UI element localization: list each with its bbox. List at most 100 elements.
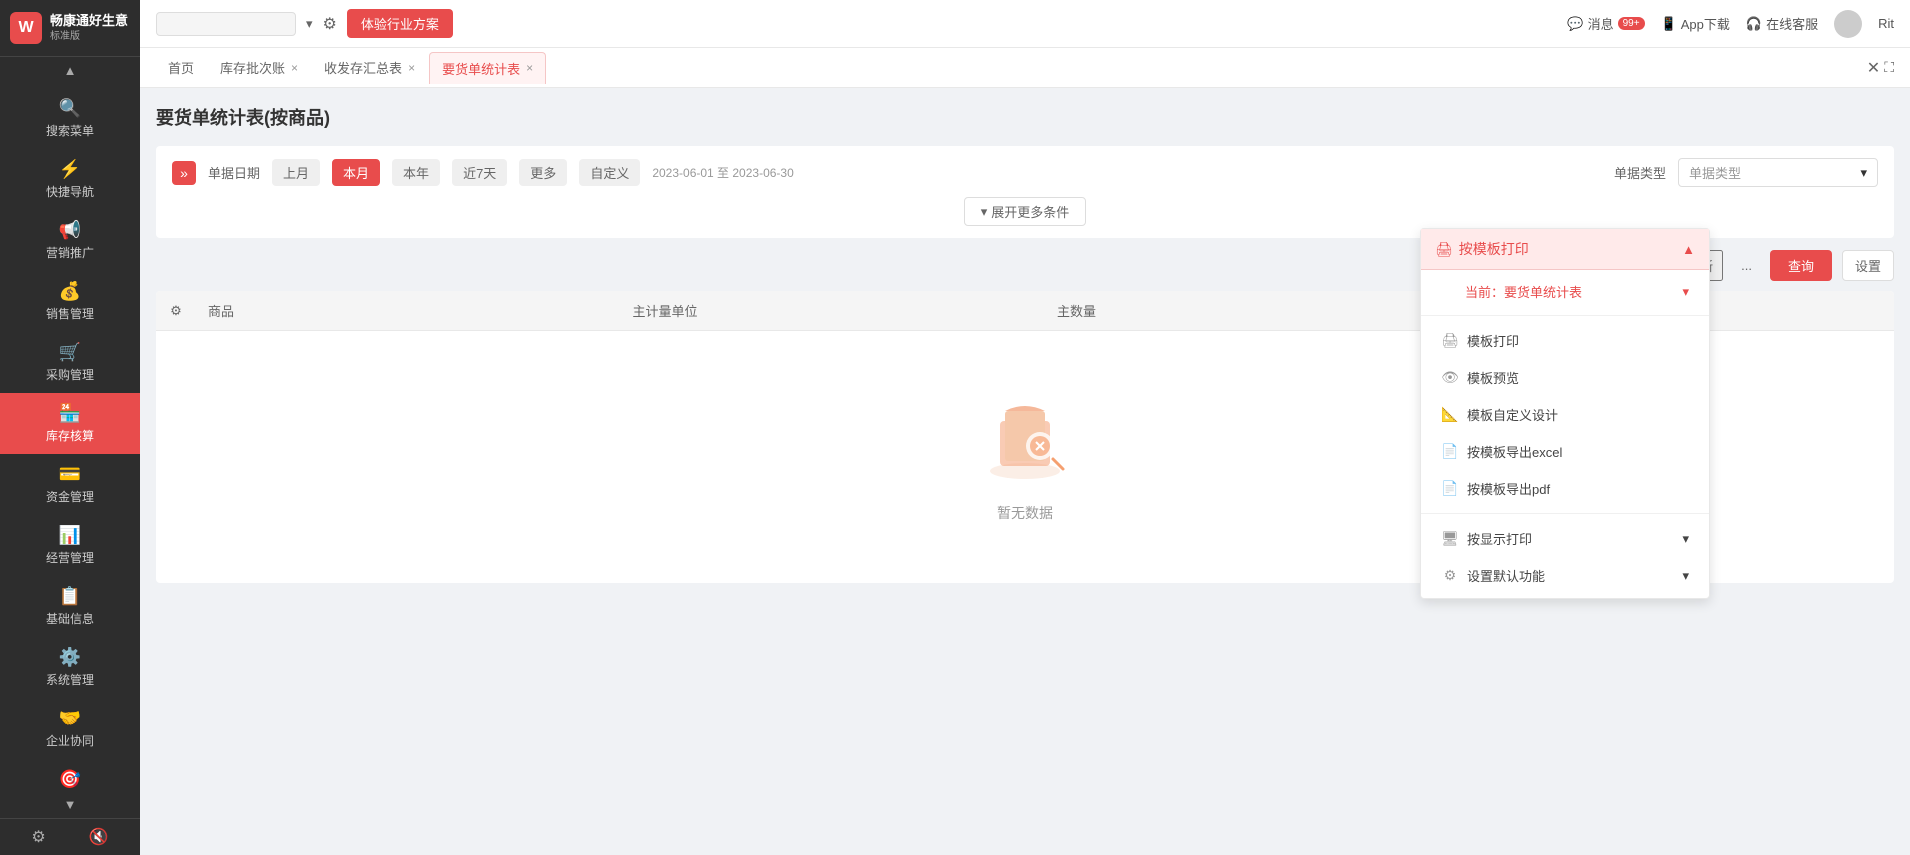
group-label: 按显示打印 (1467, 529, 1532, 548)
sidebar-item-shortcut[interactable]: ⚡快捷导航 (0, 149, 140, 210)
sidebar-item-purchase[interactable]: 🛒采购管理 (0, 332, 140, 393)
expand-filter-btn[interactable]: » (172, 161, 196, 185)
tab-order_stats[interactable]: 要货单统计表 × (429, 52, 546, 84)
template_design-icon: 📐 (1441, 406, 1459, 423)
dropdown-item-label: 模板打印 (1467, 331, 1519, 350)
date-btn-自定义[interactable]: 自定义 (579, 159, 640, 186)
template_print-icon: 🖨 (1441, 332, 1459, 349)
header-right: 💬 消息 99+ 📱 App下载 🎧 在线客服 Rit (1567, 10, 1894, 38)
tab-label: 要货单统计表 (442, 59, 520, 78)
sidebar-item-sales[interactable]: 💰 销售管理 (0, 271, 140, 332)
app-download-item[interactable]: 📱 App下载 (1661, 14, 1730, 33)
panel-collapse-icon[interactable]: ▲ (1682, 242, 1695, 257)
dropdown-current-item[interactable]: 当前：要货单统计表 ▾ (1421, 274, 1709, 309)
header-gear-icon[interactable]: ⚙ (323, 14, 337, 34)
expand-tab-icon[interactable]: ⛶ (1884, 59, 1894, 76)
tab-home[interactable]: 首页 (156, 52, 206, 84)
group-label: 设置默认功能 (1467, 566, 1545, 585)
page-title: 要货单统计表(按商品) (156, 104, 1894, 130)
message-item[interactable]: 💬 消息 99+ (1567, 14, 1644, 33)
sidebar-item-operation[interactable]: 📊经营管理 (0, 515, 140, 576)
table-settings-icon[interactable]: ⚙ (156, 291, 196, 330)
sidebar-item-finance[interactable]: 💳 资金管理 (0, 454, 140, 515)
sidebar-item-marketing[interactable]: 📢营销推广 (0, 210, 140, 271)
sidebar-label: 系统管理 (46, 671, 94, 688)
sidebar-label: 基础信息 (46, 610, 94, 627)
expand-more-btn[interactable]: ▾ 展开更多条件 (964, 197, 1087, 226)
mute-icon[interactable]: 🔇 (89, 827, 109, 847)
print-panel-icon: 🖨 (1435, 241, 1453, 258)
sidebar-label: 搜索菜单 (46, 122, 94, 139)
doc-type-label: 单据类型 (1614, 163, 1666, 182)
dropdown-template_design[interactable]: 📐模板自定义设计 (1421, 396, 1709, 433)
empty-illustration (975, 391, 1075, 491)
more-options-btn[interactable]: ... (1733, 254, 1760, 277)
dropdown-divider-2 (1421, 513, 1709, 514)
dropdown-export_pdf[interactable]: 📄按模板导出pdf (1421, 470, 1709, 507)
tab-close-order_stats[interactable]: × (526, 61, 533, 75)
finance-icon: 💳 (59, 464, 81, 485)
dropdown-divider-1 (1421, 315, 1709, 316)
sidebar-scroll-down[interactable]: ▼ (0, 791, 140, 818)
dropdown-export_excel[interactable]: 📄按模板导出excel (1421, 433, 1709, 470)
sidebar-item-collab[interactable]: 🤝企业协同 (0, 698, 140, 759)
sidebar-label: 企业协同 (46, 732, 94, 749)
sidebar-bottom: ⚙ 🔇 (0, 818, 140, 855)
tab-label: 收发存汇总表 (324, 58, 402, 77)
tab-close-inventory_batch[interactable]: × (291, 61, 298, 75)
print-dropdown-panel: 🖨 按模板打印 ▲ 当前：要货单统计表 ▾ 🖨 模板打印 👁模板预览📐模板自定义设计… (1420, 228, 1710, 599)
date-btn-近7天[interactable]: 近7天 (452, 159, 507, 186)
sidebar-label: 资金管理 (46, 488, 94, 505)
user-avatar[interactable] (1834, 10, 1862, 38)
display_print-icon: 🖥 (1441, 530, 1459, 547)
date-btn-本年[interactable]: 本年 (392, 159, 440, 186)
tab-inventory_batch[interactable]: 库存批次账× (208, 52, 310, 84)
message-badge: 99+ (1618, 17, 1645, 30)
tab-close-receipt_summary[interactable]: × (408, 61, 415, 75)
close-tab-icon[interactable]: ✕ (1867, 58, 1880, 78)
settings-icon[interactable]: ⚙ (31, 827, 45, 847)
doc-type-dropdown[interactable]: 单据类型 ▾ (1678, 158, 1878, 187)
date-btn-上月[interactable]: 上月 (272, 159, 320, 186)
tabs-right: ✕ ⛶ (1867, 58, 1894, 78)
sidebar-logo: W 畅康通好生意 标准版 (0, 0, 140, 57)
sales-icon: 💰 (59, 281, 81, 302)
date-btn-更多[interactable]: 更多 (519, 159, 567, 186)
header-search-input[interactable] (156, 12, 296, 36)
online-service-item[interactable]: 🎧 在线客服 (1746, 14, 1818, 33)
inventory-icon: 🏪 (59, 403, 81, 424)
filter-bar: » 单据日期 上月本月本年近7天更多自定义2023-06-01 至 2023-0… (156, 146, 1894, 238)
date-btn-本月[interactable]: 本月 (332, 159, 380, 186)
message-label: 消息 (1588, 14, 1614, 33)
dropdown-template_print[interactable]: 🖨 模板打印 (1421, 322, 1709, 359)
dropdown-template_preview[interactable]: 👁模板预览 (1421, 359, 1709, 396)
sidebar-label: 采购管理 (46, 366, 94, 383)
sidebar-item-guide[interactable]: 🎯新手引导 (0, 759, 140, 791)
table-col-product: 商品 (196, 291, 621, 330)
tab-receipt_summary[interactable]: 收发存汇总表 × (312, 52, 427, 84)
system-icon: ⚙️ (59, 647, 81, 668)
query-btn[interactable]: 查询 (1770, 250, 1832, 281)
header-dropdown-icon[interactable]: ▾ (306, 16, 313, 32)
main-container: ▾ ⚙ 体验行业方案 💬 消息 99+ 📱 App下载 🎧 在线客服 Rit 首 (140, 0, 1910, 855)
table-col-quantity: 主数量 (1045, 291, 1470, 330)
doc-type-placeholder: 单据类型 (1689, 163, 1741, 182)
print-panel-title-text: 按模板打印 (1459, 239, 1529, 259)
sidebar-item-basic[interactable]: 📋基础信息 (0, 576, 140, 637)
sidebar-label: 经营管理 (46, 549, 94, 566)
dropdown-group-display_print[interactable]: 🖥按显示打印▾ (1421, 520, 1709, 557)
sidebar-scroll-up[interactable]: ▲ (0, 57, 140, 84)
sidebar-item-inventory[interactable]: 🏪库存核算 (0, 393, 140, 454)
dropdown-current-section: 当前：要货单统计表 ▾ (1421, 270, 1709, 313)
brand-name: 畅康通好生意 (50, 13, 128, 30)
sidebar-label: 销售管理 (46, 305, 94, 322)
dropdown-panel-title: 🖨 按模板打印 (1435, 239, 1529, 259)
sidebar-item-search[interactable]: 🔍搜索菜单 (0, 88, 140, 149)
current-chevron-icon: ▾ (1682, 284, 1689, 300)
sidebar-item-system[interactable]: ⚙️ 系统管理 (0, 637, 140, 698)
settings-btn[interactable]: 设置 (1842, 250, 1894, 281)
set_default-icon: ⚙ (1441, 567, 1459, 584)
trial-button[interactable]: 体验行业方案 (347, 9, 453, 38)
dropdown-group-set_default[interactable]: ⚙设置默认功能▾ (1421, 557, 1709, 594)
header: ▾ ⚙ 体验行业方案 💬 消息 99+ 📱 App下载 🎧 在线客服 Rit (140, 0, 1910, 48)
